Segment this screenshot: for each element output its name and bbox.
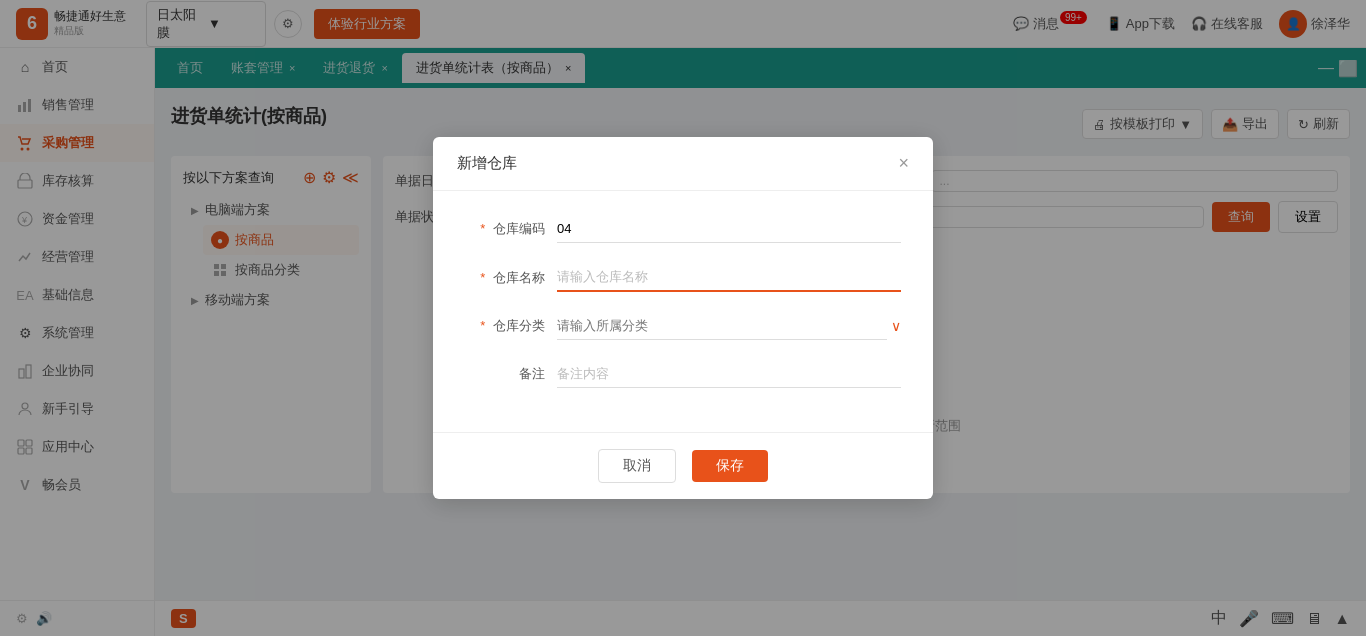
category-input[interactable] [557, 312, 887, 340]
note-input[interactable] [557, 360, 901, 388]
category-label-text: 仓库分类 [493, 318, 545, 333]
form-row-code: * 仓库编码 [465, 215, 901, 243]
modal-title: 新增仓库 [457, 154, 517, 173]
name-input[interactable] [557, 263, 901, 292]
name-label-text: 仓库名称 [493, 270, 545, 285]
form-row-category: * 仓库分类 ∨ [465, 312, 901, 340]
category-label: * 仓库分类 [465, 317, 545, 335]
modal-footer: 取消 保存 [433, 432, 933, 499]
required-star-cat: * [480, 318, 485, 333]
add-warehouse-modal: 新增仓库 × * 仓库编码 * 仓库名称 * [433, 137, 933, 499]
code-input[interactable] [557, 215, 901, 243]
category-dropdown-icon[interactable]: ∨ [891, 318, 901, 334]
required-star: * [480, 221, 485, 236]
note-label-text: 备注 [519, 366, 545, 381]
modal-body: * 仓库编码 * 仓库名称 * 仓库分类 ∨ [433, 191, 933, 432]
code-label: * 仓库编码 [465, 220, 545, 238]
required-star-name: * [480, 270, 485, 285]
save-button[interactable]: 保存 [692, 450, 768, 482]
form-row-note: 备注 [465, 360, 901, 388]
cancel-button[interactable]: 取消 [598, 449, 676, 483]
modal-close-icon[interactable]: × [898, 153, 909, 174]
modal-overlay[interactable]: 新增仓库 × * 仓库编码 * 仓库名称 * [0, 0, 1366, 636]
name-label: * 仓库名称 [465, 269, 545, 287]
category-select-row: ∨ [557, 312, 901, 340]
modal-header: 新增仓库 × [433, 137, 933, 191]
form-row-name: * 仓库名称 [465, 263, 901, 292]
note-label: 备注 [465, 365, 545, 383]
code-label-text: 仓库编码 [493, 221, 545, 236]
